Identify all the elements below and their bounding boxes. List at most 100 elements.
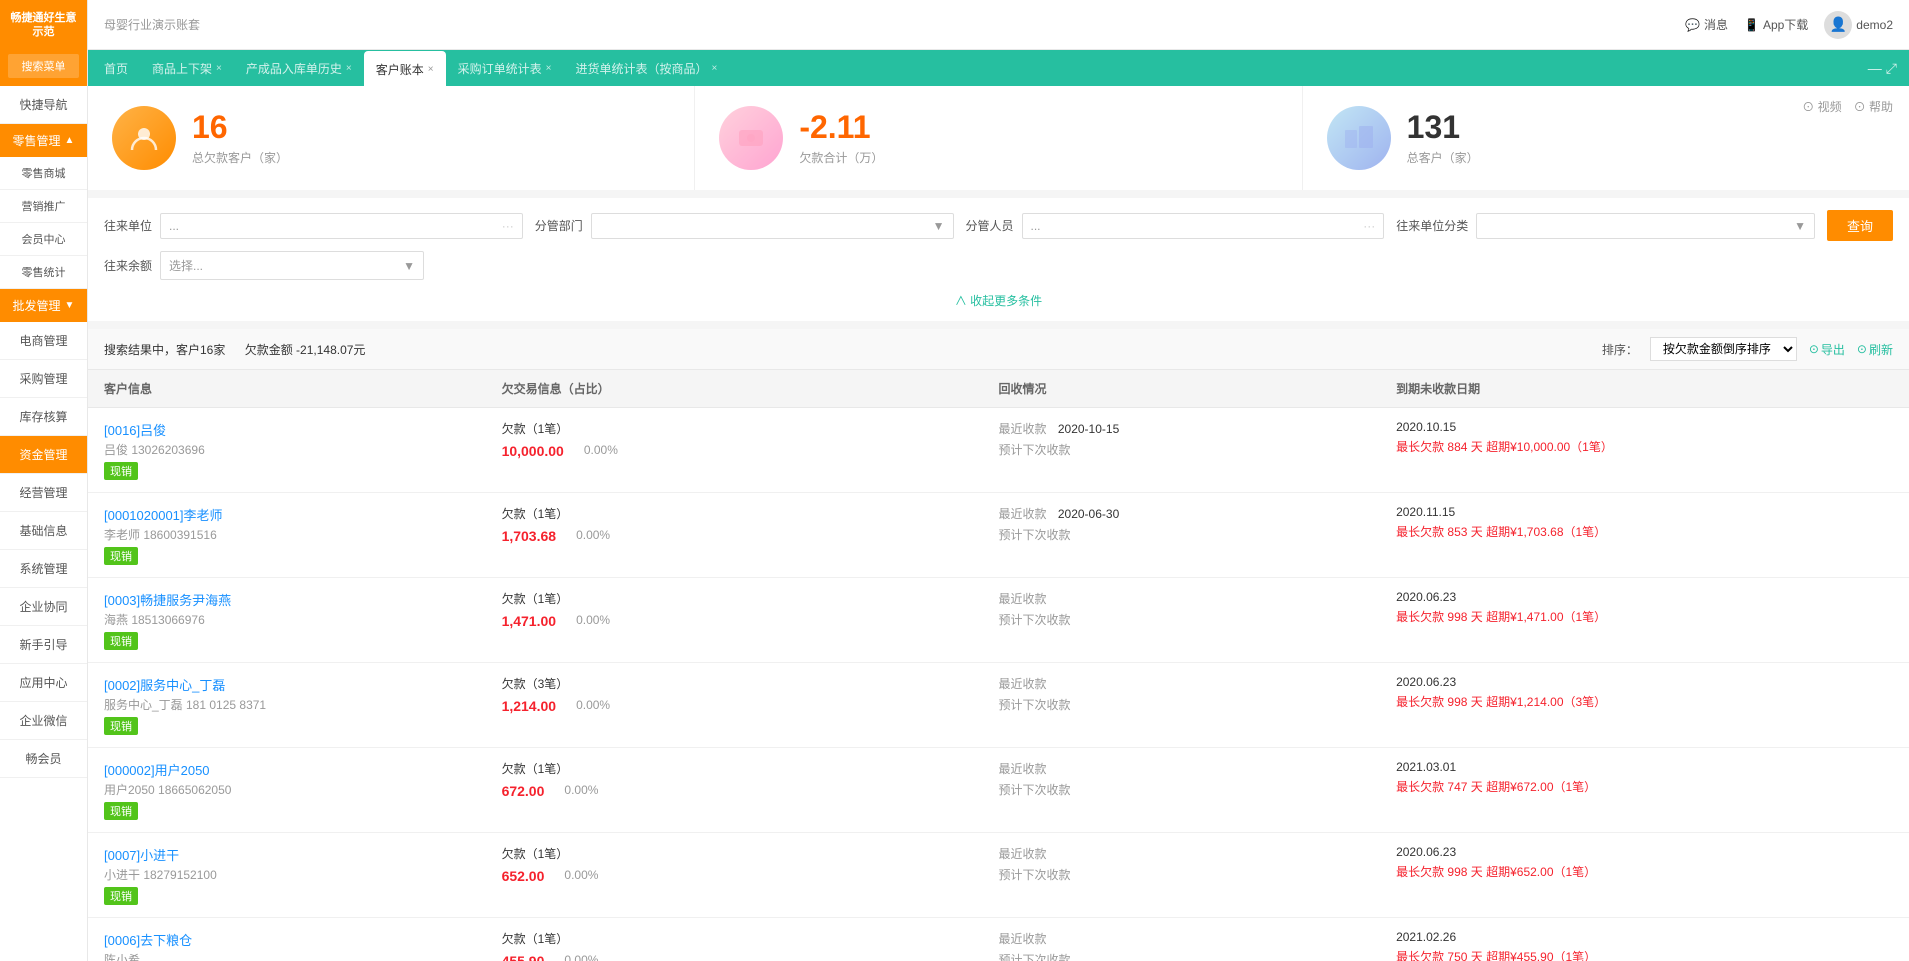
customer-cell: [0016]吕俊 吕俊 13026203696 现销 [104, 420, 502, 480]
filter-category-select[interactable]: ▼ [1476, 213, 1815, 239]
filter-source: 往来单位 ... ··· [104, 213, 523, 239]
customer-name-link[interactable]: [0006]去下粮仓 [104, 930, 502, 949]
debt-customers-label: 总欠款客户（家） [192, 149, 670, 166]
message-button[interactable]: 💬 消息 [1685, 16, 1728, 33]
download-button[interactable]: 📱 App下载 [1744, 16, 1808, 33]
overdue-link[interactable]: 超期¥652.00（1笔） [1486, 865, 1596, 879]
filter-row-2: 往来余额 选择... ▼ [104, 251, 1893, 280]
sidebar-item-vip[interactable]: 畅会员 [0, 740, 87, 778]
filter-collapse-button[interactable]: ∧ 收起更多条件 [104, 288, 1893, 313]
sidebar-item-quick-nav[interactable]: 快捷导航 [0, 86, 87, 124]
overdue-link[interactable]: 超期¥1,471.00（1笔） [1486, 610, 1606, 624]
customer-name-link[interactable]: [0003]畅捷服务尹海燕 [104, 590, 502, 609]
overdue-link[interactable]: 超期¥672.00（1笔） [1486, 780, 1596, 794]
customer-badge: 现销 [104, 802, 138, 820]
search-menu-button[interactable]: 搜索菜单 [8, 54, 79, 78]
sidebar-item-finance[interactable]: 资金管理 [0, 436, 87, 474]
sidebar-item-ops[interactable]: 经营管理 [0, 474, 87, 512]
sidebar-item-corp[interactable]: 企业协同 [0, 588, 87, 626]
overdue-link[interactable]: 超期¥1,214.00（3笔） [1486, 695, 1606, 709]
sort-select[interactable]: 按欠款金额倒序排序 [1650, 337, 1797, 361]
ellipsis-icon: ··· [502, 219, 514, 233]
customer-cell: [0007]小进干 小进干 18279152100 现销 [104, 845, 502, 905]
sidebar-item-basic[interactable]: 基础信息 [0, 512, 87, 550]
tab-close-stock-stat[interactable]: × [711, 63, 717, 74]
sidebar-item-system[interactable]: 系统管理 [0, 550, 87, 588]
debt-cell: 欠款（1笔） 455.90 0.00% [502, 930, 999, 961]
col-header-date: 到期未收款日期 [1396, 380, 1893, 397]
recovery-cell: 最近收款 预计下次收款 [999, 760, 1397, 798]
sidebar-item-ecom[interactable]: 电商管理 [0, 322, 87, 360]
customer-name-link[interactable]: [0007]小进干 [104, 845, 502, 864]
tab-stock-stat[interactable]: 进货单统计表（按商品） × [563, 50, 729, 86]
tabs-collapse-button[interactable]: — [1868, 60, 1882, 77]
filter-balance-select[interactable]: 选择... ▼ [160, 251, 424, 280]
sidebar-item-purchase[interactable]: 采购管理 [0, 360, 87, 398]
refresh-button[interactable]: ⊙ 刷新 [1857, 341, 1893, 358]
results-summary: 搜索结果中，客户16家 欠款金额 -21,148.07元 [104, 341, 381, 358]
tabs-actions: — ⤢ [1860, 60, 1905, 77]
recovery-next: 预计下次收款 [999, 611, 1397, 628]
video-button[interactable]: ⊙ 视频 [1802, 98, 1841, 115]
tab-close-products-off[interactable]: × [216, 63, 222, 74]
tab-home[interactable]: 首页 [92, 50, 140, 86]
user-menu[interactable]: 👤 demo2 [1824, 11, 1893, 39]
overdue-link[interactable]: 超期¥10,000.00（1笔） [1486, 440, 1613, 454]
sidebar-item-retail-stat[interactable]: 零售统计 [0, 256, 87, 289]
table-row: [000002]用户2050 用户2050 18665062050 现销 欠款（… [88, 748, 1909, 833]
tab-production-history[interactable]: 产成品入库单历史 × [234, 50, 364, 86]
table-row: [0016]吕俊 吕俊 13026203696 现销 欠款（1笔） 10,000… [88, 408, 1909, 493]
sidebar-item-retail-mall[interactable]: 零售商城 [0, 157, 87, 190]
chevron-down-icon: ▼ [933, 219, 945, 233]
tab-close-production-history[interactable]: × [346, 63, 352, 74]
recovery-cell: 最近收款 预计下次收款 [999, 845, 1397, 883]
debt-percent: 0.00% [564, 953, 598, 961]
sidebar-item-batch-mgmt[interactable]: 批发管理 ▼ [0, 289, 87, 322]
sidebar-item-member[interactable]: 会员中心 [0, 223, 87, 256]
customer-cell: [0006]去下粮仓 陈小希 现销 [104, 930, 502, 961]
filter-dept-select[interactable]: ▼ [591, 213, 954, 239]
filter-category: 往来单位分类 ▼ [1396, 213, 1815, 239]
debt-cell: 欠款（1笔） 652.00 0.00% [502, 845, 999, 884]
export-button[interactable]: ⊙ 导出 [1809, 341, 1845, 358]
filter-source-label: 往来单位 [104, 217, 152, 234]
debt-cell: 欠款（1笔） 10,000.00 0.00% [502, 420, 999, 459]
overdue-link[interactable]: 超期¥1,703.68（1笔） [1486, 525, 1606, 539]
tab-products-off[interactable]: 商品上下架 × [140, 50, 234, 86]
customer-contact: 吕俊 13026203696 [104, 441, 502, 458]
debt-amount: 1,703.68 [502, 528, 557, 544]
sidebar-item-guide[interactable]: 新手引导 [0, 626, 87, 664]
recovery-recent: 最近收款 2020-10-15 [999, 420, 1397, 437]
data-table: 客户信息 欠交易信息（占比） 回收情况 到期未收款日期 [0016]吕俊 吕俊 … [88, 370, 1909, 961]
debt-amount: 1,214.00 [502, 698, 557, 714]
debt-count: 欠款（3笔） [502, 675, 999, 692]
tab-close-purchase-order[interactable]: × [546, 63, 552, 74]
sidebar-item-marketing[interactable]: 营销推广 [0, 190, 87, 223]
filter-person-input[interactable]: ... ··· [1022, 213, 1385, 239]
summary-card-debt-total: -2.11 欠款合计（万） [695, 86, 1302, 190]
overdue-cell: 2020.11.15 最长欠款 853 天 超期¥1,703.68（1笔） [1396, 505, 1893, 540]
customer-name-link[interactable]: [0002]服务中心_丁磊 [104, 675, 502, 694]
debt-percent: 0.00% [576, 613, 610, 627]
customer-cell: [0003]畅捷服务尹海燕 海燕 18513066976 现销 [104, 590, 502, 650]
tab-purchase-order[interactable]: 采购订单统计表 × [446, 50, 564, 86]
chevron-down-icon: ▲ [65, 135, 75, 146]
search-button[interactable]: 查询 [1827, 210, 1893, 241]
customer-name-link[interactable]: [0001020001]李老师 [104, 505, 502, 524]
sidebar-item-wecom[interactable]: 企业微信 [0, 702, 87, 740]
help-button[interactable]: ⊙ 帮助 [1854, 98, 1893, 115]
sidebar-item-inventory[interactable]: 库存核算 [0, 398, 87, 436]
filter-source-input[interactable]: ... ··· [160, 213, 523, 239]
sidebar-item-retail-mgmt[interactable]: 零售管理 ▲ [0, 124, 87, 157]
sidebar-item-apps[interactable]: 应用中心 [0, 664, 87, 702]
overdue-cell: 2021.03.01 最长欠款 747 天 超期¥672.00（1笔） [1396, 760, 1893, 795]
tab-close-customer-account[interactable]: × [428, 64, 434, 75]
customer-name-link[interactable]: [000002]用户2050 [104, 760, 502, 779]
sidebar: 畅捷通好生意示范 搜索菜单 快捷导航 零售管理 ▲ 零售商城 营销推广 会员中心… [0, 0, 88, 961]
overdue-link[interactable]: 超期¥455.90（1笔） [1486, 950, 1596, 961]
tabs-expand-button[interactable]: ⤢ [1886, 60, 1897, 77]
overdue-date: 2020.11.15 [1396, 505, 1893, 519]
tab-customer-account[interactable]: 客户账本 × [364, 51, 446, 87]
customer-name-link[interactable]: [0016]吕俊 [104, 420, 502, 439]
overdue-cell: 2020.10.15 最长欠款 884 天 超期¥10,000.00（1笔） [1396, 420, 1893, 455]
